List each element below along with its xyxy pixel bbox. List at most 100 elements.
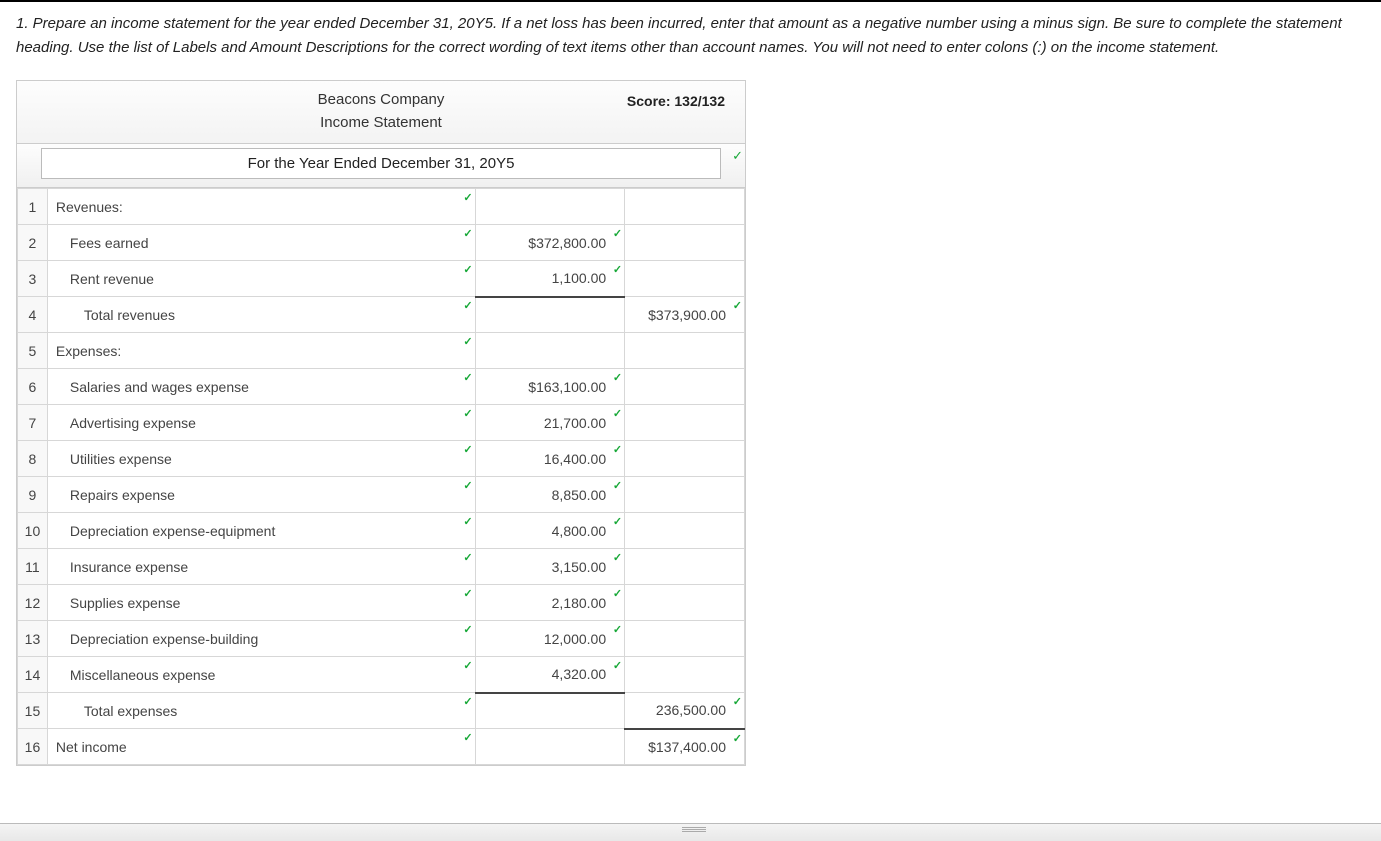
check-icon: ✓ [613, 479, 622, 492]
label-cell[interactable]: Advertising expense✓ [47, 405, 475, 441]
bottom-bar [0, 823, 1381, 841]
table-row: 6Salaries and wages expense✓$163,100.00✓ [18, 369, 745, 405]
check-icon: ✓ [613, 659, 622, 672]
amount-cell-2[interactable] [625, 585, 745, 621]
label-cell[interactable]: Fees earned✓ [47, 225, 475, 261]
row-number: 7 [18, 405, 48, 441]
check-icon: ✓ [463, 659, 472, 672]
statement-title: Income Statement [31, 114, 731, 131]
amount-cell-2[interactable] [625, 189, 745, 225]
table-row: 13Depreciation expense-building✓12,000.0… [18, 621, 745, 657]
amount-cell-1[interactable]: $372,800.00✓ [475, 225, 625, 261]
income-statement-worksheet: Beacons Company Income Statement Score: … [16, 80, 746, 766]
check-icon: ✓ [463, 587, 472, 600]
label-cell[interactable]: Net income✓ [47, 729, 475, 765]
check-icon: ✓ [463, 695, 472, 708]
label-cell[interactable]: Depreciation expense-equipment✓ [47, 513, 475, 549]
table-row: 7Advertising expense✓21,700.00✓ [18, 405, 745, 441]
amount-cell-1[interactable] [475, 189, 625, 225]
check-icon: ✓ [732, 148, 743, 164]
table-row: 14Miscellaneous expense✓4,320.00✓ [18, 657, 745, 693]
amount-cell-2[interactable] [625, 657, 745, 693]
check-icon: ✓ [463, 371, 472, 384]
table-row: 8Utilities expense✓16,400.00✓ [18, 441, 745, 477]
amount-cell-2[interactable]: 236,500.00✓ [625, 693, 745, 729]
table-row: 1Revenues:✓ [18, 189, 745, 225]
drag-handle-icon[interactable] [680, 827, 708, 835]
amount-cell-2[interactable] [625, 513, 745, 549]
check-icon: ✓ [613, 587, 622, 600]
amount-cell-2[interactable] [625, 549, 745, 585]
row-number: 9 [18, 477, 48, 513]
row-number: 6 [18, 369, 48, 405]
amount-cell-1[interactable]: 8,850.00✓ [475, 477, 625, 513]
period-row: ✓ [17, 144, 745, 188]
row-number: 15 [18, 693, 48, 729]
amount-cell-2[interactable] [625, 225, 745, 261]
check-icon: ✓ [463, 515, 472, 528]
label-cell[interactable]: Repairs expense✓ [47, 477, 475, 513]
check-icon: ✓ [613, 515, 622, 528]
amount-cell-1[interactable]: 1,100.00✓ [475, 261, 625, 297]
label-cell[interactable]: Rent revenue✓ [47, 261, 475, 297]
amount-cell-2[interactable] [625, 441, 745, 477]
row-number: 2 [18, 225, 48, 261]
check-icon: ✓ [613, 443, 622, 456]
amount-cell-1[interactable]: 4,800.00✓ [475, 513, 625, 549]
table-row: 5Expenses:✓ [18, 333, 745, 369]
label-cell[interactable]: Insurance expense✓ [47, 549, 475, 585]
table-row: 16Net income✓$137,400.00✓ [18, 729, 745, 765]
row-number: 12 [18, 585, 48, 621]
amount-cell-1[interactable] [475, 729, 625, 765]
check-icon: ✓ [463, 335, 472, 348]
amount-cell-1[interactable]: $163,100.00✓ [475, 369, 625, 405]
label-cell[interactable]: Total expenses✓ [47, 693, 475, 729]
check-icon: ✓ [613, 551, 622, 564]
amount-cell-2[interactable] [625, 477, 745, 513]
table-row: 9Repairs expense✓8,850.00✓ [18, 477, 745, 513]
row-number: 1 [18, 189, 48, 225]
amount-cell-1[interactable]: 3,150.00✓ [475, 549, 625, 585]
row-number: 10 [18, 513, 48, 549]
amount-cell-2[interactable] [625, 621, 745, 657]
check-icon: ✓ [463, 227, 472, 240]
check-icon: ✓ [463, 407, 472, 420]
period-input[interactable] [41, 148, 721, 179]
amount-cell-2[interactable] [625, 333, 745, 369]
row-number: 8 [18, 441, 48, 477]
row-number: 5 [18, 333, 48, 369]
label-cell[interactable]: Depreciation expense-building✓ [47, 621, 475, 657]
amount-cell-2[interactable]: $373,900.00✓ [625, 297, 745, 333]
instructions-text: 1. Prepare an income statement for the y… [0, 0, 1381, 80]
amount-cell-2[interactable] [625, 405, 745, 441]
check-icon: ✓ [463, 263, 472, 276]
row-number: 4 [18, 297, 48, 333]
label-cell[interactable]: Total revenues✓ [47, 297, 475, 333]
score-label: Score: [627, 93, 671, 109]
check-icon: ✓ [733, 299, 742, 312]
amount-cell-1[interactable]: 2,180.00✓ [475, 585, 625, 621]
label-cell[interactable]: Miscellaneous expense✓ [47, 657, 475, 693]
score-display: Score: 132/132 [627, 93, 725, 109]
label-cell[interactable]: Salaries and wages expense✓ [47, 369, 475, 405]
amount-cell-2[interactable] [625, 261, 745, 297]
label-cell[interactable]: Expenses:✓ [47, 333, 475, 369]
amount-cell-1[interactable] [475, 297, 625, 333]
amount-cell-2[interactable]: $137,400.00✓ [625, 729, 745, 765]
table-row: 15Total expenses✓ 236,500.00✓ [18, 693, 745, 729]
amount-cell-1[interactable] [475, 333, 625, 369]
row-number: 13 [18, 621, 48, 657]
table-row: 3Rent revenue✓1,100.00✓ [18, 261, 745, 297]
amount-cell-2[interactable] [625, 369, 745, 405]
amount-cell-1[interactable]: 4,320.00✓ [475, 657, 625, 693]
label-cell[interactable]: Supplies expense✓ [47, 585, 475, 621]
amount-cell-1[interactable]: 21,700.00✓ [475, 405, 625, 441]
check-icon: ✓ [463, 299, 472, 312]
amount-cell-1[interactable] [475, 693, 625, 729]
score-value: 132/132 [674, 93, 725, 109]
label-cell[interactable]: Utilities expense✓ [47, 441, 475, 477]
label-cell[interactable]: Revenues:✓ [47, 189, 475, 225]
amount-cell-1[interactable]: 16,400.00✓ [475, 441, 625, 477]
amount-cell-1[interactable]: 12,000.00✓ [475, 621, 625, 657]
check-icon: ✓ [733, 695, 742, 708]
